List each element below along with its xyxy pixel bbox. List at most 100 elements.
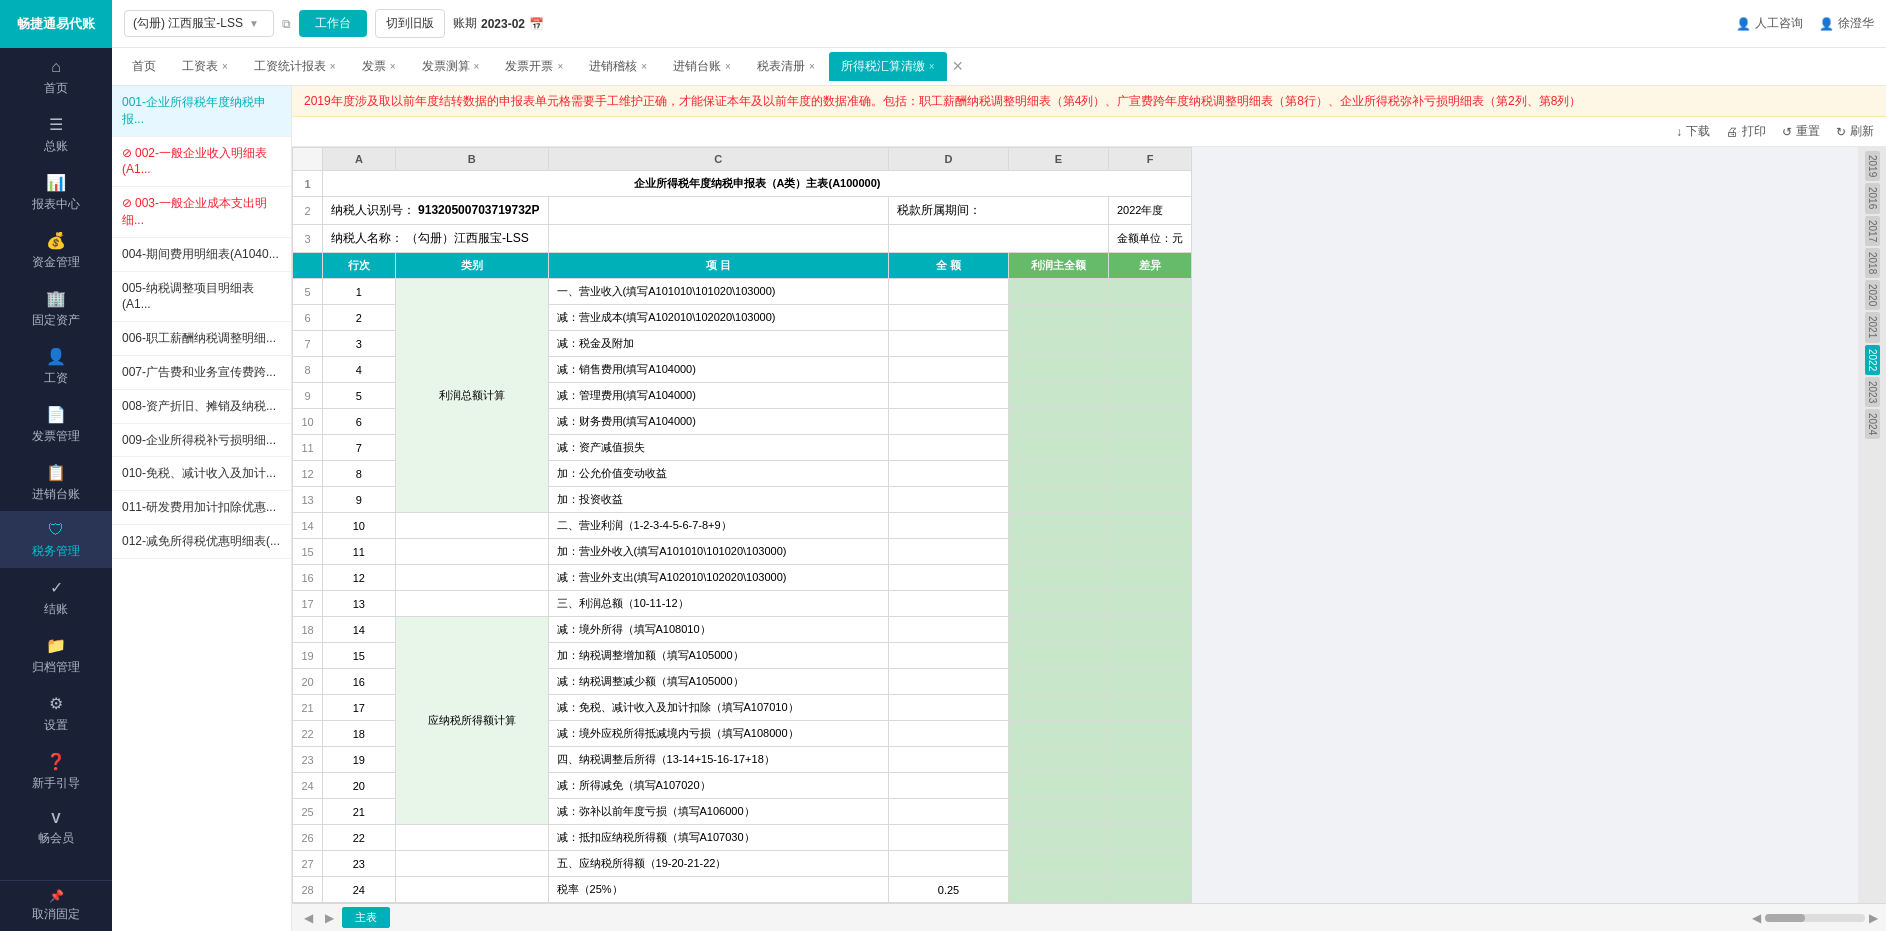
calendar-icon[interactable]: 📅	[529, 17, 544, 31]
user-profile-btn[interactable]: 👤 徐澄华	[1819, 15, 1874, 32]
salary-icon: 👤	[46, 347, 66, 366]
scroll-left-icon[interactable]: ◀	[1752, 911, 1761, 925]
table-row: 29 25 六、应纳所得税额（23×24）	[293, 903, 1192, 904]
year-2024[interactable]: 2024	[1865, 409, 1880, 439]
currency-cell	[889, 225, 1109, 253]
tab-invoice-calc[interactable]: 发票测算 ×	[410, 52, 492, 81]
tab-sales-audit-close[interactable]: ×	[641, 61, 647, 72]
work-btn[interactable]: 工作台	[299, 10, 367, 37]
tab-invoice-open[interactable]: 发票开票 ×	[493, 52, 575, 81]
year-2020[interactable]: 2020	[1865, 280, 1880, 310]
scroll-right-icon[interactable]: ▶	[1869, 911, 1878, 925]
tab-salary[interactable]: 工资表 ×	[170, 52, 240, 81]
sidebar-item-funds[interactable]: 💰 资金管理	[0, 221, 112, 279]
form-item-008[interactable]: 008-资产折旧、摊销及纳税...	[112, 390, 291, 424]
sidebar: 畅捷通易代账 ⌂ 首页 ☰ 总账 📊 报表中心 💰 资金管理 🏢 固定资产 👤 …	[0, 0, 112, 931]
refresh-btn[interactable]: ↻ 刷新	[1836, 123, 1874, 140]
col-header-item: 项 目	[548, 253, 888, 279]
year-2016[interactable]: 2016	[1865, 183, 1880, 213]
tab-sales-audit-label: 进销稽核	[589, 58, 637, 75]
col-d-header: D	[889, 148, 1009, 171]
error-dot: ⊘	[122, 196, 132, 210]
sidebar-item-guide[interactable]: ❓ 新手引导	[0, 742, 112, 800]
form-item-004[interactable]: 004-期间费用明细表(A1040...	[112, 238, 291, 272]
col-b-header: B	[395, 148, 548, 171]
sidebar-item-report[interactable]: 📊 报表中心	[0, 163, 112, 221]
download-icon: ↓	[1676, 125, 1682, 139]
print-btn[interactable]: 🖨 打印	[1726, 123, 1766, 140]
sidebar-item-tax[interactable]: 🛡 税务管理	[0, 511, 112, 568]
sidebar-item-sales[interactable]: 📋 进销台账	[0, 453, 112, 511]
tab-sales-ledger[interactable]: 进销台账 ×	[661, 52, 743, 81]
sidebar-item-ledger[interactable]: ☰ 总账	[0, 105, 112, 163]
tab-sales-audit[interactable]: 进销稽核 ×	[577, 52, 659, 81]
corner-cell	[293, 148, 323, 171]
form-item-012[interactable]: 012-减免所得税优惠明细表(...	[112, 525, 291, 559]
tab-invoice-close[interactable]: ×	[390, 61, 396, 72]
year-2017[interactable]: 2017	[1865, 216, 1880, 246]
year-2023[interactable]: 2023	[1865, 377, 1880, 407]
tab-income-tax[interactable]: 所得税汇算清缴 ×	[829, 52, 947, 81]
tab-income-tax-close[interactable]: ×	[929, 61, 935, 72]
form-item-005[interactable]: 005-纳税调整项目明细表(A1...	[112, 272, 291, 323]
year-panel: 2019 2016 2017 2018 2020 2021 2022 2023 …	[1858, 147, 1886, 903]
customer-service-btn[interactable]: 👤 人工咨询	[1736, 15, 1803, 32]
form-item-011[interactable]: 011-研发费用加计扣除优惠...	[112, 491, 291, 525]
col-header-amount: 全 额	[889, 253, 1009, 279]
table-scroll[interactable]: A B C D E F 1 企业所	[292, 147, 1858, 903]
sheet-nav-right-arrow[interactable]: ▶	[321, 909, 338, 927]
tab-home[interactable]: 首页	[120, 52, 168, 81]
form-item-006[interactable]: 006-职工薪酬纳税调整明细...	[112, 322, 291, 356]
sidebar-pin-toggle[interactable]: 📌 取消固定	[0, 880, 112, 931]
tab-salary-stat-close[interactable]: ×	[330, 61, 336, 72]
form-item-010[interactable]: 010-免税、减计收入及加计...	[112, 457, 291, 491]
form-item-003[interactable]: ⊘003-一般企业成本支出明细...	[112, 187, 291, 238]
sidebar-item-invoice[interactable]: 📄 发票管理	[0, 395, 112, 453]
sheet-tab-main[interactable]: 主表	[342, 907, 390, 928]
form-item-007[interactable]: 007-广告费和业务宣传费跨...	[112, 356, 291, 390]
assets-icon: 🏢	[46, 289, 66, 308]
horizontal-scrollbar[interactable]	[1765, 914, 1865, 922]
tax-period-cell: 税款所属期间：	[889, 197, 1109, 225]
tab-tax-list-close[interactable]: ×	[809, 61, 815, 72]
year-2019[interactable]: 2019	[1865, 151, 1880, 181]
table-row: 15 11 加：营业外收入(填写A101010\101020\103000)	[293, 539, 1192, 565]
settings-icon: ⚙	[49, 694, 63, 713]
topbar-right: 👤 人工咨询 👤 徐澄华	[1736, 15, 1874, 32]
switch-btn[interactable]: 切到旧版	[375, 9, 445, 38]
form-item-001[interactable]: 001-企业所得税年度纳税申报...	[112, 86, 291, 137]
year-2021[interactable]: 2021	[1865, 312, 1880, 342]
download-btn[interactable]: ↓ 下载	[1676, 123, 1710, 140]
sidebar-item-settle[interactable]: ✓ 结账	[0, 568, 112, 626]
close-all-btn[interactable]: ×	[953, 56, 964, 77]
tab-invoice[interactable]: 发票 ×	[350, 52, 408, 81]
tab-invoice-calc-close[interactable]: ×	[474, 61, 480, 72]
tax-icon: 🛡	[48, 521, 64, 539]
tab-invoice-open-close[interactable]: ×	[557, 61, 563, 72]
reset-btn[interactable]: ↺ 重置	[1782, 123, 1820, 140]
form-item-002[interactable]: ⊘002-一般企业收入明细表(A1...	[112, 137, 291, 188]
form-item-009[interactable]: 009-企业所得税补亏损明细...	[112, 424, 291, 458]
tab-tax-list[interactable]: 税表清册 ×	[745, 52, 827, 81]
sidebar-item-archive[interactable]: 📁 归档管理	[0, 626, 112, 684]
sidebar-item-settings[interactable]: ⚙ 设置	[0, 684, 112, 742]
company-selector[interactable]: (勾册) 江西服宝-LSS ▼	[124, 10, 274, 37]
tab-tax-list-label: 税表清册	[757, 58, 805, 75]
sheet-tabs: ◀ ▶ 主表 ◀ ▶	[292, 903, 1886, 931]
tab-salary-stat[interactable]: 工资统计报表 ×	[242, 52, 348, 81]
tab-sales-ledger-close[interactable]: ×	[725, 61, 731, 72]
sidebar-item-home[interactable]: ⌂ 首页	[0, 48, 112, 105]
app-logo: 畅捷通易代账	[0, 0, 112, 48]
sheet-nav-left[interactable]: ◀	[300, 909, 317, 927]
year-2022[interactable]: 2022	[1865, 345, 1880, 375]
sidebar-item-assets[interactable]: 🏢 固定资产	[0, 279, 112, 337]
row-num-1: 1	[293, 171, 323, 197]
print-icon: 🖨	[1726, 125, 1738, 139]
sidebar-item-member[interactable]: V 畅会员	[0, 800, 112, 855]
content-area: 001-企业所得税年度纳税申报... ⊘002-一般企业收入明细表(A1... …	[112, 86, 1886, 931]
year-2018[interactable]: 2018	[1865, 248, 1880, 278]
sidebar-item-salary[interactable]: 👤 工资	[0, 337, 112, 395]
tax-period-value: 2022年度	[1109, 197, 1192, 225]
tab-salary-close[interactable]: ×	[222, 61, 228, 72]
table-area: A B C D E F 1 企业所	[292, 147, 1886, 903]
